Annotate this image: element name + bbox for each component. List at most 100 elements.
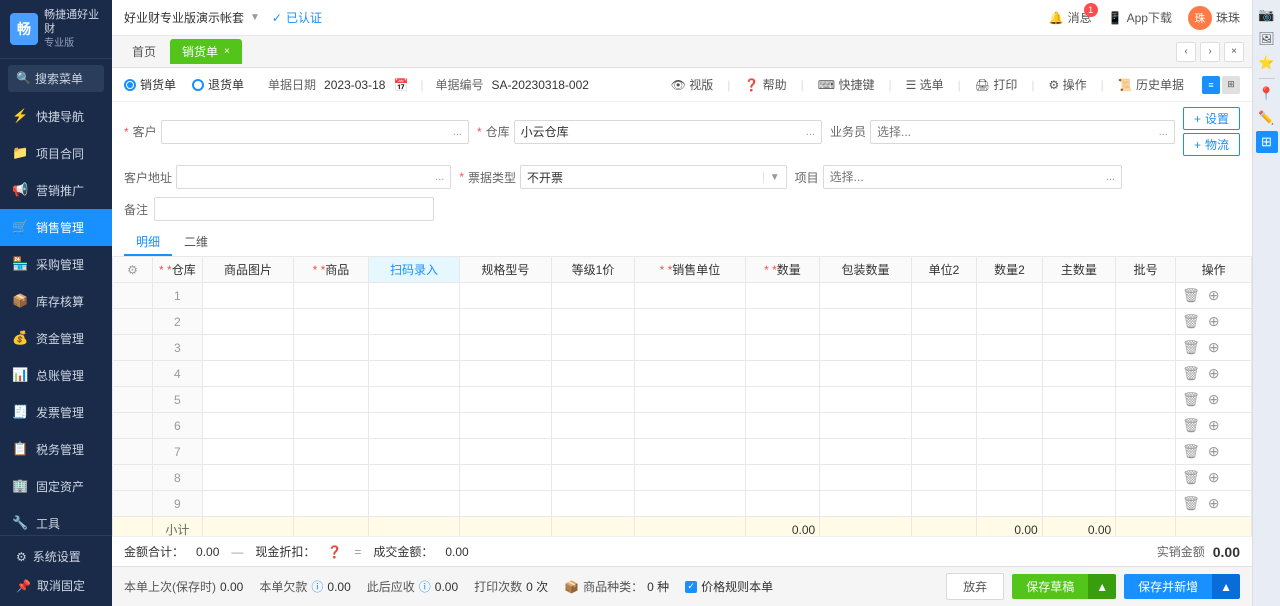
tab-close-all-button[interactable]: × [1224,42,1244,62]
tab-next-button[interactable]: › [1200,42,1220,62]
row-batch-9[interactable] [1116,491,1176,517]
sidebar-item-capital[interactable]: 💰 资金管理 [0,320,112,357]
toolbar-ops-btn[interactable]: ⚙ 操作 [1043,74,1093,95]
row-delete-btn-9[interactable]: 🗑 [1180,495,1202,512]
sidebar-item-purchase[interactable]: 🏪 采购管理 [0,246,112,283]
row-qty-4[interactable] [745,361,820,387]
row-delete-btn-8[interactable]: 🗑 [1180,469,1202,486]
row-pack-qty-8[interactable] [820,465,911,491]
sidebar-item-system[interactable]: ⚙ 系统设置 [8,542,104,571]
debt-help-icon[interactable]: ⓘ [311,578,323,595]
toolbar-history-btn[interactable]: 📜 历史单据 [1112,74,1190,95]
row-copy-btn-7[interactable]: ⊕ [1206,443,1222,460]
row-delete-btn-4[interactable]: 🗑 [1180,365,1202,382]
sidebar-item-inventory[interactable]: 📦 库存核算 [0,283,112,320]
row-spec-3[interactable] [460,335,551,361]
save-draft-button[interactable]: 保存草稿 [1012,574,1088,599]
row-main-qty-8[interactable] [1042,465,1115,491]
row-spec-6[interactable] [460,413,551,439]
row-goods-2[interactable] [294,309,369,335]
staff-more-btn[interactable]: ... [1153,126,1174,138]
row-qty2-8[interactable] [977,465,1043,491]
row-main-qty-2[interactable] [1042,309,1115,335]
row-pack-qty-9[interactable] [820,491,911,517]
row-delete-btn-3[interactable]: 🗑 [1180,339,1202,356]
setup-button[interactable]: + 设置 [1183,107,1240,130]
row-goods-8[interactable] [294,465,369,491]
row-price-7[interactable] [551,439,635,465]
calendar-icon[interactable]: 📅 [393,78,408,92]
row-pack-qty-7[interactable] [820,439,911,465]
user-menu[interactable]: 珠 珠珠 [1188,6,1240,30]
table-gear-icon[interactable]: ⚙ [127,263,138,277]
toolbar-select-btn[interactable]: ☰ 选单 [900,74,950,95]
row-qty2-2[interactable] [977,309,1043,335]
row-unit-2[interactable] [635,309,746,335]
row-unit-7[interactable] [635,439,746,465]
row-qty-8[interactable] [745,465,820,491]
customer-input-wrap[interactable]: ... [161,120,469,144]
tab-2d[interactable]: 二维 [172,229,220,256]
row-delete-btn-5[interactable]: 🗑 [1180,391,1202,408]
row-batch-3[interactable] [1116,335,1176,361]
tab-prev-button[interactable]: ‹ [1176,42,1196,62]
row-unit-1[interactable] [635,283,746,309]
row-spec-5[interactable] [460,387,551,413]
row-pack-qty-3[interactable] [820,335,911,361]
row-main-qty-7[interactable] [1042,439,1115,465]
staff-input-wrap[interactable]: ... [870,120,1175,144]
row-spec-2[interactable] [460,309,551,335]
customer-more-btn[interactable]: ... [447,126,468,138]
tab-home[interactable]: 首页 [120,39,168,64]
row-pack-qty-2[interactable] [820,309,911,335]
address-input-wrap[interactable]: ... [176,165,451,189]
right-panel-btn-3[interactable]: ⭐ [1256,52,1278,74]
save-draft-dropdown-btn[interactable]: ▲ [1088,574,1116,599]
row-scan-3[interactable] [368,335,459,361]
row-scan-2[interactable] [368,309,459,335]
row-delete-btn-6[interactable]: 🗑 [1180,417,1202,434]
row-goods-5[interactable] [294,387,369,413]
tab-close-icon[interactable]: × [224,46,230,57]
abandon-button[interactable]: 放弃 [946,573,1004,600]
grid-view-btn[interactable]: ⊞ [1222,76,1240,94]
row-qty-5[interactable] [745,387,820,413]
row-goods-3[interactable] [294,335,369,361]
type-return-radio[interactable]: 退货单 [192,76,244,93]
row-delete-btn-1[interactable]: 🗑 [1180,287,1202,304]
row-scan-6[interactable] [368,413,459,439]
row-price-6[interactable] [551,413,635,439]
row-scan-7[interactable] [368,439,459,465]
row-batch-8[interactable] [1116,465,1176,491]
sidebar-item-tools[interactable]: 🔧 工具 [0,505,112,535]
remark-input[interactable] [154,197,434,221]
row-spec-8[interactable] [460,465,551,491]
row-unit-6[interactable] [635,413,746,439]
row-batch-7[interactable] [1116,439,1176,465]
right-panel-btn-5[interactable]: ✏️ [1256,107,1278,129]
warehouse-input-wrap[interactable]: 小云仓库 ... [514,120,822,144]
row-main-qty-5[interactable] [1042,387,1115,413]
sidebar-item-account[interactable]: 📊 总账管理 [0,357,112,394]
row-goods-1[interactable] [294,283,369,309]
save-new-button[interactable]: 保存并新增 [1124,574,1212,599]
row-qty2-9[interactable] [977,491,1043,517]
row-scan-8[interactable] [368,465,459,491]
discount-help-icon[interactable]: ❓ [327,545,342,559]
row-unit2-1[interactable] [911,283,977,309]
toolbar-shortcut-btn[interactable]: ⌨ 快捷键 [812,74,881,95]
row-copy-btn-4[interactable]: ⊕ [1206,365,1222,382]
row-qty-6[interactable] [745,413,820,439]
row-delete-btn-7[interactable]: 🗑 [1180,443,1202,460]
staff-input[interactable] [871,125,1153,139]
row-unit-5[interactable] [635,387,746,413]
row-price-8[interactable] [551,465,635,491]
save-new-dropdown-btn[interactable]: ▲ [1212,574,1240,599]
row-qty2-1[interactable] [977,283,1043,309]
row-spec-7[interactable] [460,439,551,465]
row-spec-4[interactable] [460,361,551,387]
row-delete-btn-2[interactable]: 🗑 [1180,313,1202,330]
list-view-btn[interactable]: ≡ [1202,76,1220,94]
row-price-4[interactable] [551,361,635,387]
row-batch-4[interactable] [1116,361,1176,387]
